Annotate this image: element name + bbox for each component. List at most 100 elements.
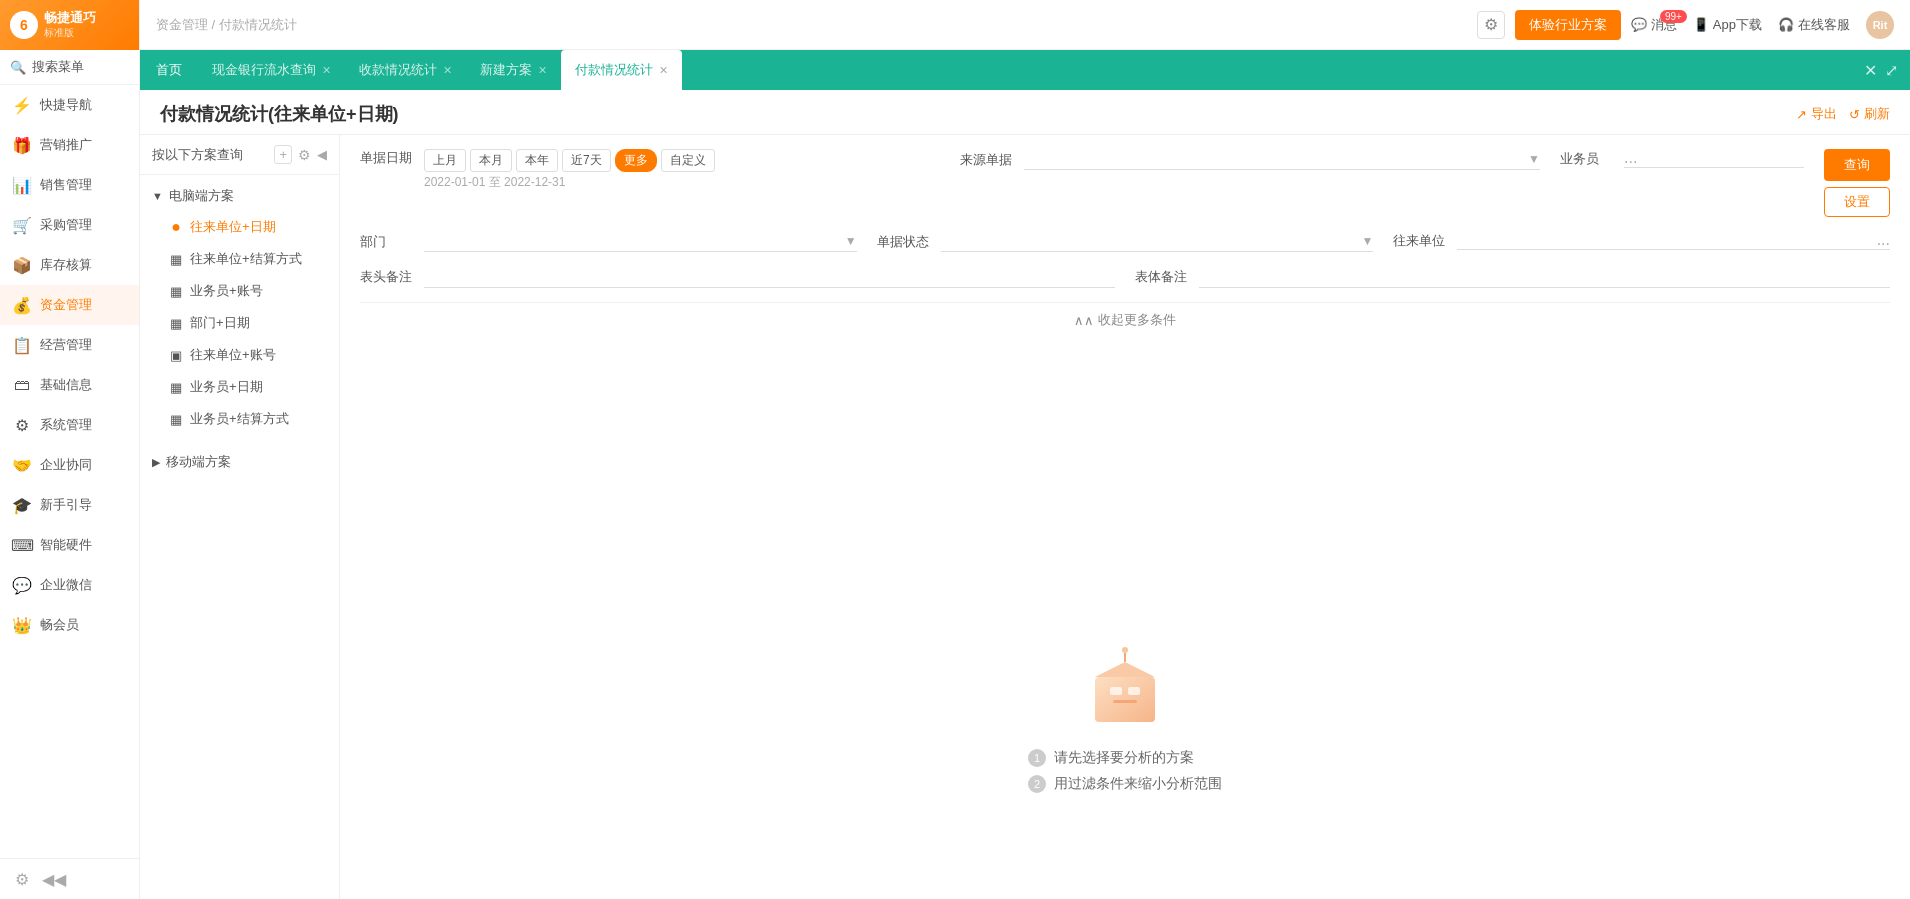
tabbar: 首页 现金银行流水查询 ✕ 收款情况统计 ✕ 新建方案 ✕ 付款情况统计 ✕ ✕…	[140, 50, 1910, 90]
footer-collapse-icon[interactable]: ◀◀	[42, 867, 66, 891]
scheme-settings-icon[interactable]: ⚙	[298, 147, 311, 163]
scheme-section-desktop-title[interactable]: ▼ 电脑端方案	[140, 181, 339, 211]
query-btn[interactable]: 查询	[1824, 149, 1890, 181]
status-select[interactable]: ▼	[941, 231, 1374, 252]
date-last-month[interactable]: 上月	[424, 149, 466, 172]
unit-payment-icon: ▦	[168, 251, 184, 267]
sidebar-item-finance[interactable]: 💰 资金管理	[0, 285, 139, 325]
tab-bank[interactable]: 现金银行流水查询 ✕	[198, 50, 345, 90]
unit-account-label: 往来单位+账号	[190, 346, 276, 364]
topbar-settings-btn[interactable]: ⚙	[1477, 11, 1505, 39]
sidebar-item-basic[interactable]: 🗃 基础信息	[0, 365, 139, 405]
purchase-icon: 🛒	[12, 215, 32, 235]
tab-new-plan-close[interactable]: ✕	[538, 64, 547, 77]
footer-settings-icon[interactable]: ⚙	[10, 867, 34, 891]
staff-date-label: 业务员+日期	[190, 378, 263, 396]
unit-input-area: ...	[1457, 231, 1890, 250]
dept-date-icon: ▦	[168, 315, 184, 331]
main-area: 资金管理 / 付款情况统计 ⚙ 体验行业方案 💬 消息 99+ 📱 App下载 …	[140, 0, 1910, 899]
avatar[interactable]: Rit	[1866, 11, 1894, 39]
desktop-chevron-icon: ▼	[152, 190, 163, 202]
tab-payment[interactable]: 付款情况统计 ✕	[561, 50, 682, 90]
date-last7[interactable]: 近7天	[562, 149, 611, 172]
tab-collection-close[interactable]: ✕	[443, 64, 452, 77]
body-note-input[interactable]	[1199, 266, 1890, 288]
empty-step1-text: 请先选择要分析的方案	[1054, 749, 1194, 767]
wechat-icon: 💬	[12, 575, 32, 595]
scheme-item-unit-payment[interactable]: ▦ 往来单位+结算方式	[140, 243, 339, 275]
scheme-section-mobile-title[interactable]: ▶ 移动端方案	[140, 447, 339, 477]
sidebar-item-marketing[interactable]: 🎁 营销推广	[0, 125, 139, 165]
sidebar-item-collab[interactable]: 🤝 企业协同	[0, 445, 139, 485]
date-this-month[interactable]: 本月	[470, 149, 512, 172]
collapse-filter-btn[interactable]: ∧∧ 收起更多条件	[360, 302, 1890, 337]
export-label: 导出	[1811, 105, 1837, 123]
date-this-year[interactable]: 本年	[516, 149, 558, 172]
unit-account-icon: ▣	[168, 347, 184, 363]
empty-num-1: 1	[1028, 749, 1046, 767]
sidebar-item-hardware[interactable]: ⌨ 智能硬件	[0, 525, 139, 565]
sidebar-item-system[interactable]: ⚙ 系统管理	[0, 405, 139, 445]
source-arrow-icon: ▼	[1528, 152, 1540, 166]
header-note-input[interactable]	[424, 266, 1115, 288]
sidebar-item-inventory[interactable]: 📦 库存核算	[0, 245, 139, 285]
system-icon: ⚙	[12, 415, 32, 435]
filter-staff-group: 业务员 ...	[1560, 149, 1804, 168]
app-label: App下载	[1713, 16, 1762, 34]
app-icon: 📱	[1693, 17, 1709, 32]
tab-payment-close[interactable]: ✕	[659, 64, 668, 77]
scheme-item-unit-date[interactable]: ● 往来单位+日期	[140, 211, 339, 243]
dept-select[interactable]: ▼	[424, 231, 857, 252]
online-service-btn[interactable]: 🎧 在线客服	[1778, 16, 1850, 34]
scheme-item-staff-date[interactable]: ▦ 业务员+日期	[140, 371, 339, 403]
scheme-item-dept-date[interactable]: ▦ 部门+日期	[140, 307, 339, 339]
sidebar-item-member[interactable]: 👑 畅会员	[0, 605, 139, 645]
scheme-panel: 按以下方案查询 + ⚙ ◀ ▼ 电脑端方案 ● 往来单位+日期	[140, 135, 340, 899]
filter-settings-btn[interactable]: 设置	[1824, 187, 1890, 217]
tab-new-plan[interactable]: 新建方案 ✕	[466, 50, 561, 90]
refresh-btn[interactable]: ↺ 刷新	[1849, 105, 1890, 123]
message-icon: 💬	[1631, 17, 1647, 32]
sidebar-item-wechat[interactable]: 💬 企业微信	[0, 565, 139, 605]
unit-dots[interactable]: ...	[1877, 231, 1890, 249]
home-tab-label: 首页	[156, 61, 182, 79]
basic-icon: 🗃	[12, 375, 32, 395]
scheme-item-staff-payment[interactable]: ▦ 业务员+结算方式	[140, 403, 339, 435]
scheme-item-unit-account[interactable]: ▣ 往来单位+账号	[140, 339, 339, 371]
scheme-panel-actions: + ⚙ ◀	[274, 145, 327, 164]
message-btn[interactable]: 💬 消息 99+	[1631, 16, 1677, 34]
source-select[interactable]: ▼	[1024, 149, 1540, 170]
date-more[interactable]: 更多	[615, 149, 657, 172]
empty-num-2: 2	[1028, 775, 1046, 793]
operations-label: 经营管理	[40, 336, 92, 354]
sidebar-item-quick-nav[interactable]: ⚡ 快捷导航	[0, 85, 139, 125]
trial-btn[interactable]: 体验行业方案	[1515, 10, 1621, 40]
sidebar-item-purchase[interactable]: 🛒 采购管理	[0, 205, 139, 245]
scheme-add-icon[interactable]: +	[274, 145, 292, 164]
svg-rect-2	[1110, 687, 1122, 695]
staff-date-icon: ▦	[168, 379, 184, 395]
scheme-item-staff-account[interactable]: ▦ 业务员+账号	[140, 275, 339, 307]
date-custom[interactable]: 自定义	[661, 149, 715, 172]
tab-expand-icon[interactable]: ⤢	[1885, 61, 1898, 80]
scheme-collapse-icon[interactable]: ◀	[317, 147, 327, 162]
staff-input-area: ...	[1624, 149, 1804, 168]
sidebar-item-sales[interactable]: 📊 销售管理	[0, 165, 139, 205]
staff-label: 业务员	[1560, 150, 1616, 168]
tab-close-all-icon[interactable]: ✕	[1864, 61, 1877, 80]
sidebar-item-operations[interactable]: 📋 经营管理	[0, 325, 139, 365]
app-download-btn[interactable]: 📱 App下载	[1693, 16, 1762, 34]
sidebar-header: 6 畅捷通巧 标准版	[0, 0, 139, 50]
tab-home[interactable]: 首页	[140, 50, 198, 90]
search-label: 搜索菜单	[32, 58, 84, 76]
date-controls: 上月 本月 本年 近7天 更多 自定义 2022-01-01 至 2022-12…	[424, 149, 715, 191]
content-area: 付款情况统计(往来单位+日期) ↗ 导出 ↺ 刷新 按以下方案查询 +	[140, 90, 1910, 899]
export-btn[interactable]: ↗ 导出	[1796, 105, 1837, 123]
search-menu[interactable]: 🔍 搜索菜单	[0, 50, 139, 85]
tab-bank-close[interactable]: ✕	[322, 64, 331, 77]
export-icon: ↗	[1796, 107, 1807, 122]
sidebar-item-guide[interactable]: 🎓 新手引导	[0, 485, 139, 525]
tab-collection[interactable]: 收款情况统计 ✕	[345, 50, 466, 90]
staff-dots[interactable]: ...	[1624, 149, 1637, 167]
mobile-chevron-icon: ▶	[152, 456, 160, 469]
